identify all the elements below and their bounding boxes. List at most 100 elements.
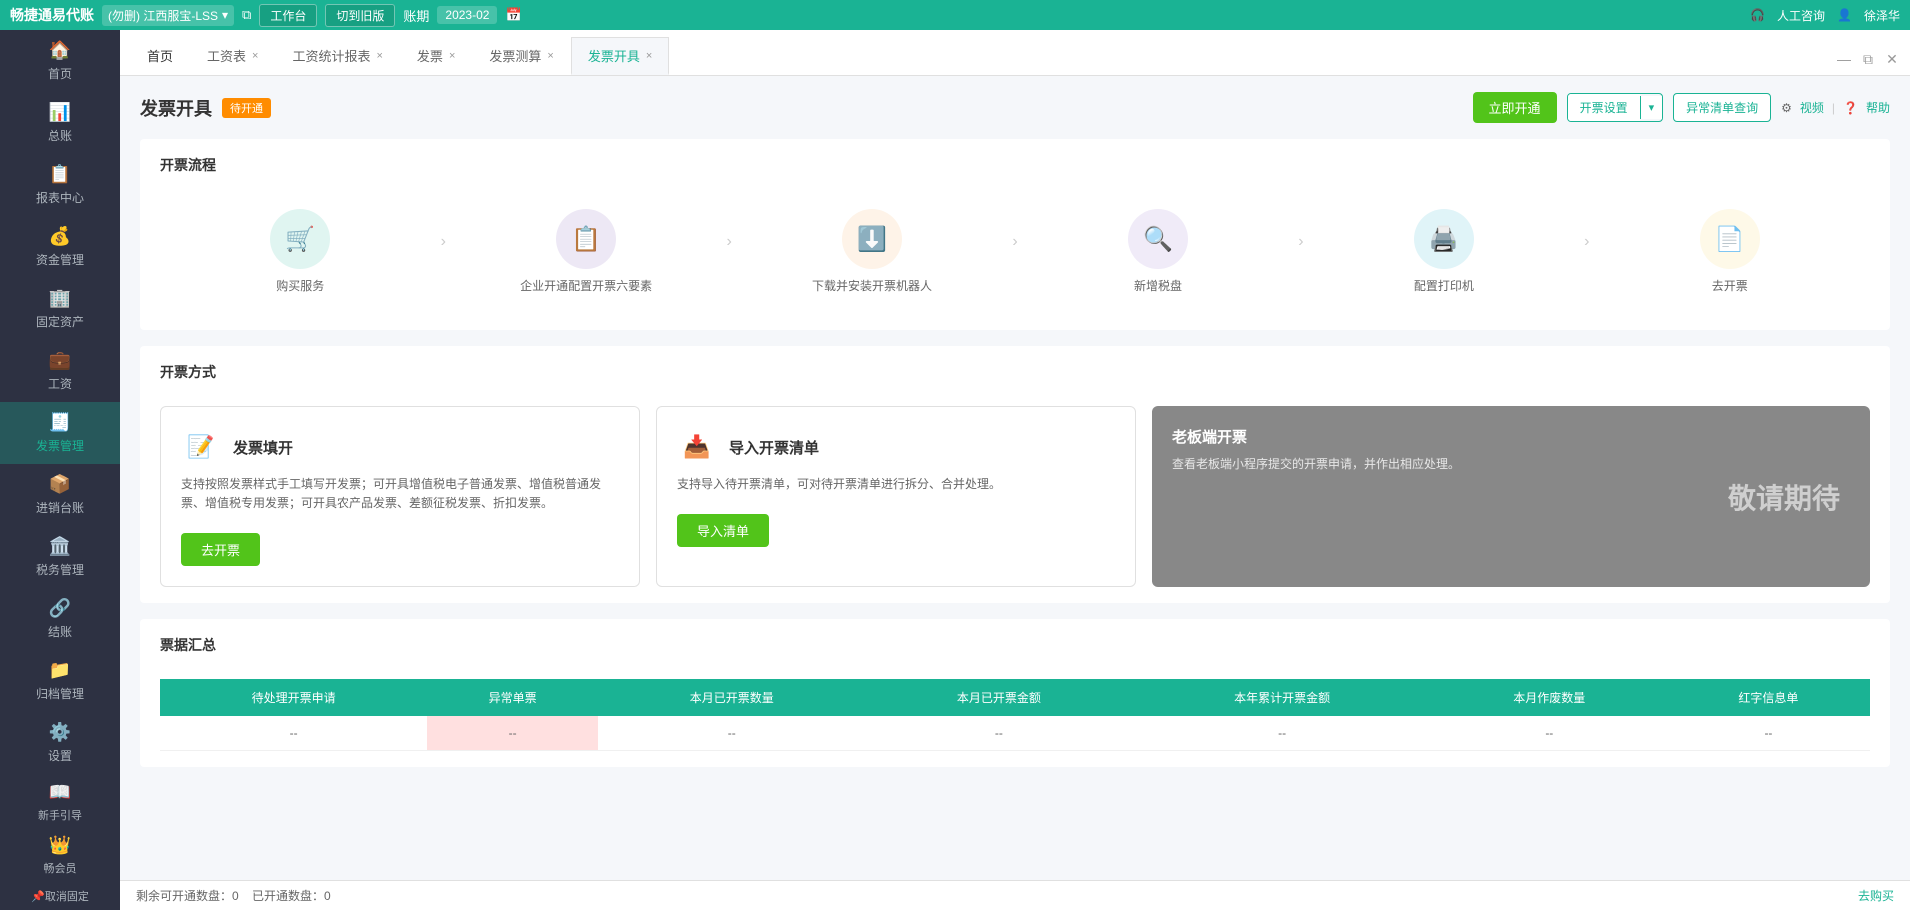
cell-red-note: --: [1667, 716, 1870, 751]
workstation-button[interactable]: 工作台: [259, 4, 317, 27]
sidebar-item-settings[interactable]: ⚙️ 设置: [0, 712, 120, 774]
sidebar-item-salary[interactable]: 💼 工资: [0, 340, 120, 402]
step-add-tax-disk-icon: 🔍: [1128, 209, 1188, 269]
step-download-label: 下载并安装开票机器人: [812, 277, 932, 294]
open-settings-arrow[interactable]: ▾: [1640, 96, 1663, 119]
minimize-icon[interactable]: —: [1836, 51, 1852, 67]
sidebar-item-close[interactable]: 🔗 结账: [0, 588, 120, 650]
sidebar-item-tax[interactable]: 🏛️ 税务管理: [0, 526, 120, 588]
sidebar-item-assets-label: 固定资产: [36, 313, 84, 330]
archive-icon: 📁: [49, 660, 71, 681]
tab-salary-report-close[interactable]: ×: [376, 50, 382, 62]
sidebar-item-purchase[interactable]: 📦 进销台账: [0, 464, 120, 526]
sidebar-item-purchase-label: 进销台账: [36, 499, 84, 516]
method-import-button[interactable]: 导入清单: [677, 514, 769, 547]
sidebar-item-assets[interactable]: 🏢 固定资产: [0, 278, 120, 340]
abnormal-query-button[interactable]: 异常清单查询: [1673, 93, 1771, 122]
reports-icon: 📋: [49, 164, 71, 185]
cell-abnormal: --: [427, 716, 598, 751]
tab-invoice-calc-close[interactable]: ×: [547, 50, 553, 62]
method-manual-desc: 支持按照发票样式手工填写开发票；可开具增值税电子普通发票、增值税普通发票、增值税…: [181, 475, 619, 513]
copy-icon[interactable]: ⧉: [242, 7, 251, 23]
tab-invoice-calc[interactable]: 发票测算 ×: [472, 37, 570, 75]
method-card-import: 📥 导入开票清单 支持导入待开票清单，可对待开票清单进行拆分、合并处理。 导入清…: [656, 406, 1136, 587]
status-badge: 待开通: [222, 98, 271, 118]
tab-invoice-calc-label: 发票测算: [489, 46, 541, 65]
summary-table: 待处理开票申请 异常单票 本月已开票数量 本月已开票金额 本年累计开票金额 本月…: [160, 679, 1870, 751]
sidebar-item-salary-label: 工资: [48, 375, 72, 392]
purchase-icon: 📦: [49, 474, 71, 495]
sidebar-item-close-label: 结账: [48, 623, 72, 640]
buy-link[interactable]: 去购买: [1858, 887, 1894, 904]
open-settings-button[interactable]: 开票设置: [1568, 94, 1640, 121]
page-title-row: 发票开具 待开通: [140, 95, 271, 121]
invoice-method-title: 开票方式: [160, 362, 1870, 390]
method-manual-button[interactable]: 去开票: [181, 533, 260, 566]
support-label[interactable]: 人工咨询: [1777, 7, 1825, 24]
page-content: 发票开具 待开通 立即开通 开票设置 ▾ 异常清单查询 ⚙ 视频 | ❓: [120, 76, 1910, 880]
step-issue: 📄 去开票: [1589, 209, 1870, 294]
step-configure-printer-label: 配置打印机: [1414, 277, 1474, 294]
close-window-icon[interactable]: ✕: [1884, 51, 1900, 67]
window-controls: — ⧉ ✕: [1836, 51, 1910, 75]
user-avatar: 👤: [1837, 8, 1852, 22]
invoice-method-section: 开票方式 📝 发票填开 支持按照发票样式手工填写开发票；可开具增值税电子普通发票…: [140, 346, 1890, 603]
sidebar-item-home[interactable]: 🏠 首页: [0, 30, 120, 92]
calendar-icon[interactable]: 📅: [505, 7, 521, 23]
sidebar-item-reports[interactable]: 📋 报表中心: [0, 154, 120, 216]
step-buy-service-icon: 🛒: [270, 209, 330, 269]
tab-salary-close[interactable]: ×: [252, 50, 258, 62]
step-buy-service: 🛒 购买服务: [160, 209, 441, 294]
cell-month-amount: --: [865, 716, 1132, 751]
sidebar-item-funds-label: 资金管理: [36, 251, 84, 268]
step-configure-printer: 🖨️ 配置打印机: [1304, 209, 1585, 294]
col-void-count: 本月作废数量: [1432, 679, 1667, 716]
sidebar-item-settings-label: 设置: [48, 747, 72, 764]
sidebar-item-guide[interactable]: 📖 新手引导: [0, 776, 120, 829]
method-card-manual: 📝 发票填开 支持按照发票样式手工填写开发票；可开具增值税电子普通发票、增值税普…: [160, 406, 640, 587]
tab-salary-report[interactable]: 工资统计报表 ×: [275, 37, 399, 75]
summary-section-title: 票据汇总: [160, 635, 1870, 663]
tax-icon: 🏛️: [49, 536, 71, 557]
video-label[interactable]: 视频: [1800, 99, 1824, 116]
sidebar-item-home-label: 首页: [48, 65, 72, 82]
sidebar-item-funds[interactable]: 💰 资金管理: [0, 216, 120, 278]
sidebar-item-pin[interactable]: 📌取消固定: [0, 882, 120, 910]
sidebar-item-ledger[interactable]: 📊 总账: [0, 92, 120, 154]
workflow-section-title: 开票流程: [160, 155, 1870, 183]
step-add-tax-disk-label: 新增税盘: [1134, 277, 1182, 294]
method-import-desc: 支持导入待开票清单，可对待开票清单进行拆分、合并处理。: [677, 475, 1115, 494]
period-label: 账期: [403, 6, 429, 25]
invoice-methods: 📝 发票填开 支持按照发票样式手工填写开发票；可开具增值税电子普通发票、增值税普…: [160, 406, 1870, 587]
step-issue-icon: 📄: [1700, 209, 1760, 269]
tab-invoice-issue-close[interactable]: ×: [646, 50, 652, 62]
sidebar-item-vip[interactable]: 👑 畅会员: [0, 829, 120, 882]
invoice-icon: 🧾: [49, 412, 71, 433]
settings-small-icon: ⚙: [1781, 101, 1792, 115]
tab-invoice-issue[interactable]: 发票开具 ×: [571, 37, 669, 75]
bottom-bar: 剩余可开通数盘：0 已开通数盘：0 去购买: [120, 880, 1910, 910]
open-now-button[interactable]: 立即开通: [1473, 92, 1557, 123]
main-layout: 🏠 首页 📊 总账 📋 报表中心 💰 资金管理 🏢 固定资产 💼 工资 🧾 发票…: [0, 30, 1910, 910]
sidebar-item-archive[interactable]: 📁 归档管理: [0, 650, 120, 712]
tab-salary[interactable]: 工资表 ×: [190, 37, 275, 75]
user-name[interactable]: 徐泽华: [1864, 7, 1900, 24]
company-selector[interactable]: (勿删) 江西服宝-LSS ▾: [102, 5, 234, 26]
content-area: 首页 工资表 × 工资统计报表 × 发票 × 发票测算 × 发票开具 ×: [120, 30, 1910, 910]
step-add-tax-disk: 🔍 新增税盘: [1018, 209, 1299, 294]
method-card-manual-header: 📝 发票填开: [181, 427, 619, 467]
sidebar-item-invoice[interactable]: 🧾 发票管理: [0, 402, 120, 464]
chevron-down-icon: ▾: [222, 8, 228, 22]
restore-icon[interactable]: ⧉: [1860, 51, 1876, 67]
help-label[interactable]: 帮助: [1866, 99, 1890, 116]
sidebar-item-guide-label: 新手引导: [38, 807, 82, 823]
period-value[interactable]: 2023-02: [437, 6, 497, 24]
switch-old-button[interactable]: 切到旧版: [325, 4, 395, 27]
tab-invoice-close[interactable]: ×: [449, 50, 455, 62]
tab-invoice[interactable]: 发票 ×: [400, 37, 472, 75]
sidebar-item-ledger-label: 总账: [48, 127, 72, 144]
funds-icon: 💰: [49, 226, 71, 247]
method-import-icon: 📥: [677, 427, 717, 467]
tab-home[interactable]: 首页: [130, 37, 190, 75]
tab-invoice-label: 发票: [417, 46, 443, 65]
